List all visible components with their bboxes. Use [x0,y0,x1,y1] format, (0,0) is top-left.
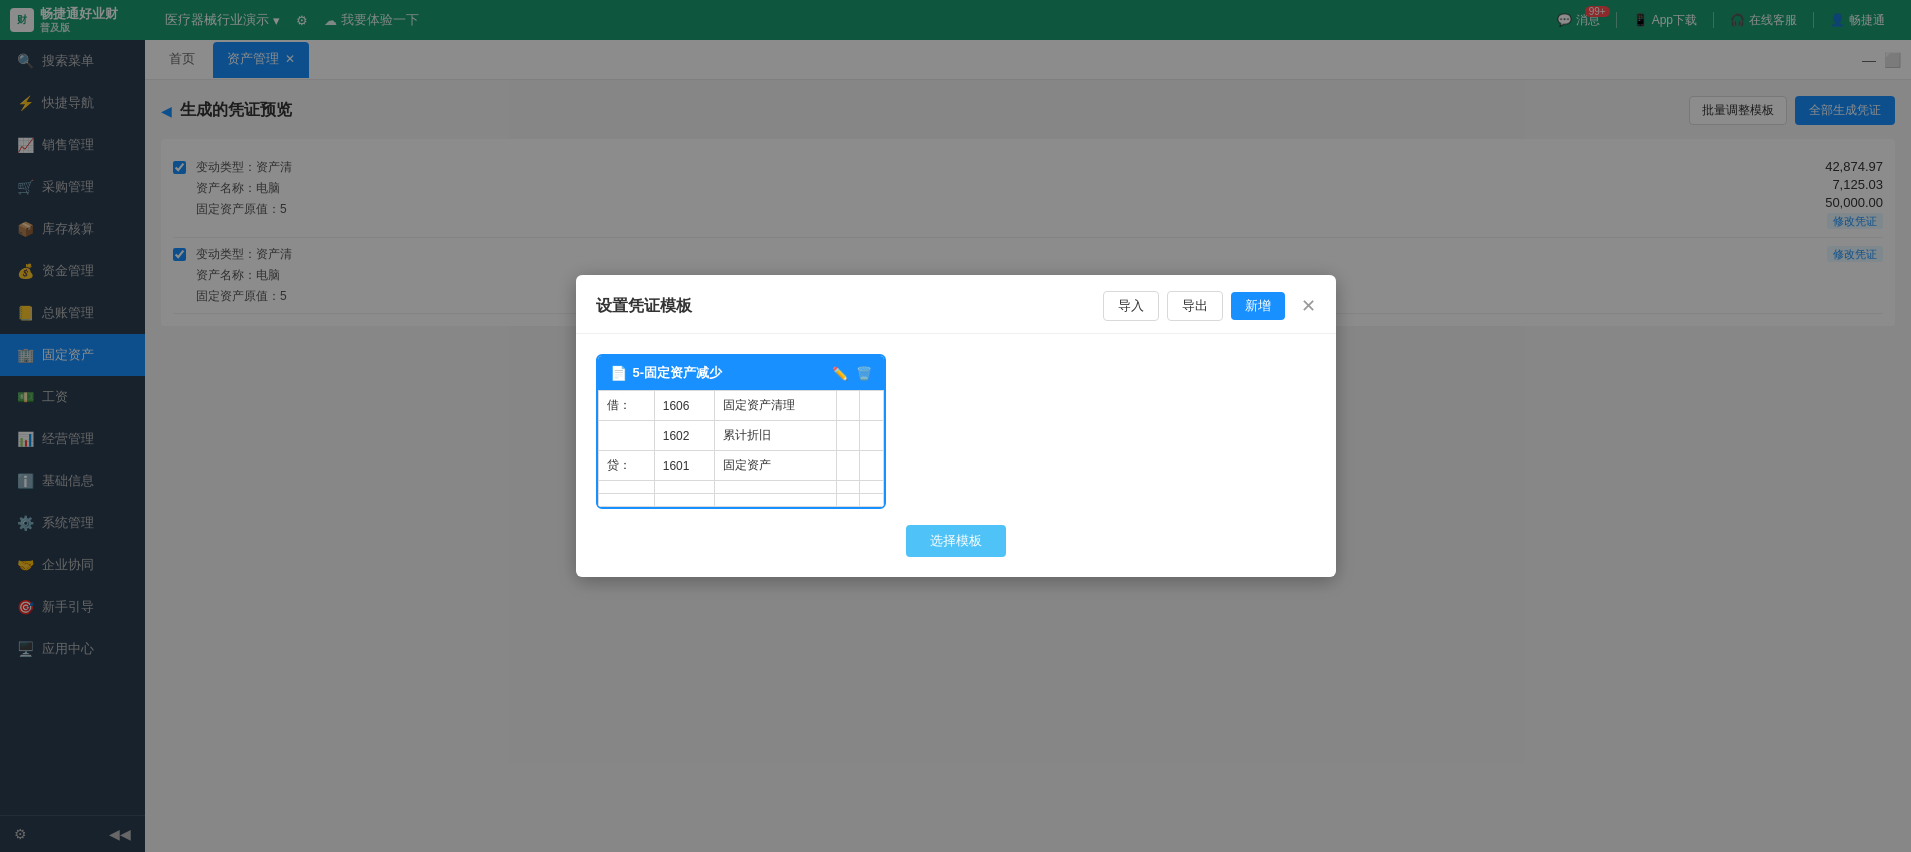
entry-credit-0 [860,391,883,421]
entry-credit-1 [860,421,883,451]
entry-name-2: 固定资产 [714,451,836,481]
entry-credit-2 [860,451,883,481]
entry-code-0: 1606 [654,391,714,421]
dialog-body: 📄 5-固定资产减少 ✏️ 🗑️ 借： 1606 固定资产清理 1602 [576,334,1336,577]
entry-name-1: 累计折旧 [714,421,836,451]
new-template-btn[interactable]: 新增 [1231,292,1285,320]
entry-debit-1 [836,421,859,451]
template-row: 借： 1606 固定资产清理 [598,391,883,421]
template-card: 📄 5-固定资产减少 ✏️ 🗑️ 借： 1606 固定资产清理 1602 [596,354,886,509]
entry-code-2: 1601 [654,451,714,481]
entry-type-1 [598,421,654,451]
entry-debit-0 [836,391,859,421]
template-delete-icon[interactable]: 🗑️ [856,366,872,381]
modal-overlay[interactable]: 设置凭证模板 导入 导出 新增 ✕ 📄 5-固定资产减少 ✏️ 🗑️ [0,0,1911,852]
template-edit-icon[interactable]: ✏️ [832,366,848,381]
template-table: 借： 1606 固定资产清理 1602 累计折旧 贷： 1601 固定资产 [598,390,884,507]
dialog-header: 设置凭证模板 导入 导出 新增 ✕ [576,275,1336,334]
entry-type-0: 借： [598,391,654,421]
entry-code-1: 1602 [654,421,714,451]
template-doc-icon: 📄 [610,365,627,381]
dialog: 设置凭证模板 导入 导出 新增 ✕ 📄 5-固定资产减少 ✏️ 🗑️ [576,275,1336,577]
template-title: 5-固定资产减少 [633,364,723,382]
entry-name-0: 固定资产清理 [714,391,836,421]
import-btn[interactable]: 导入 [1103,291,1159,321]
template-row: 贷： 1601 固定资产 [598,451,883,481]
template-row: 1602 累计折旧 [598,421,883,451]
template-empty-row [598,481,883,494]
dialog-title: 设置凭证模板 [596,296,692,317]
dialog-close-icon[interactable]: ✕ [1301,297,1316,315]
entry-debit-2 [836,451,859,481]
template-card-header: 📄 5-固定资产减少 ✏️ 🗑️ [598,356,884,390]
export-btn[interactable]: 导出 [1167,291,1223,321]
template-empty-row [598,494,883,507]
entry-type-2: 贷： [598,451,654,481]
select-template-btn[interactable]: 选择模板 [906,525,1006,557]
